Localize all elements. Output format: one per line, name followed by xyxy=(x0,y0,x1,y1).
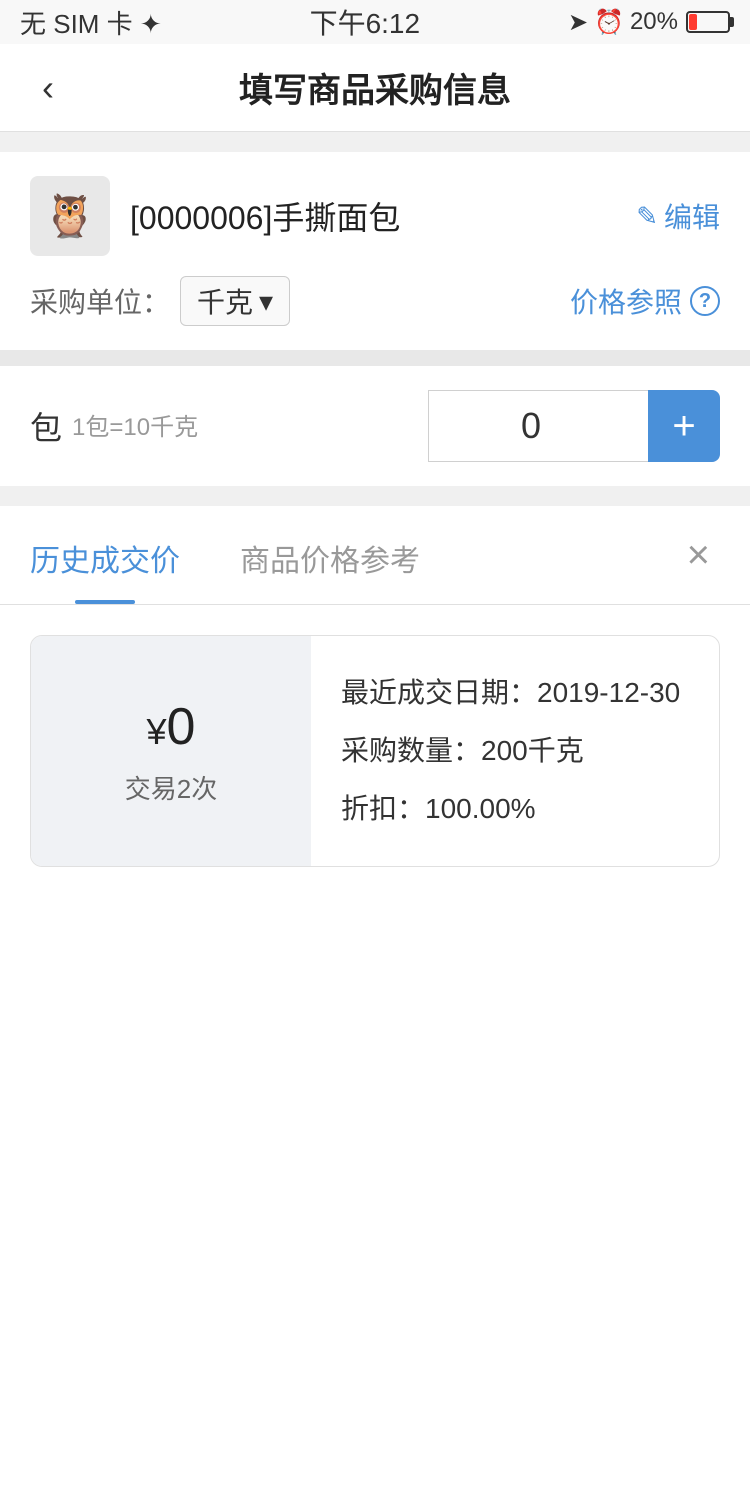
recent-date-value: 2019-12-30 xyxy=(537,677,680,708)
product-meta: 采购单位： 千克 ▾ 价格参照 ? xyxy=(30,276,720,326)
sim-text: 无 SIM 卡 ✦ xyxy=(20,4,162,41)
history-trades: 交易2次 xyxy=(125,769,217,806)
unit-select[interactable]: 千克 ▾ xyxy=(180,276,290,326)
price-symbol: ¥ xyxy=(147,711,167,752)
tabs-row: 历史成交价 商品价格参考 × xyxy=(0,506,750,605)
location-icon: ➤ xyxy=(568,8,588,37)
product-left: 🦉 [0000006]手撕面包 xyxy=(30,176,400,256)
back-button[interactable]: ‹ xyxy=(24,64,72,112)
unit-sub: 1包=10千克 xyxy=(72,407,198,442)
status-left: 无 SIM 卡 ✦ xyxy=(20,4,162,41)
discount-row: 折扣：100.00% xyxy=(341,788,689,830)
discount-value: 100.00% xyxy=(425,793,536,824)
unit-row: 采购单位： 千克 ▾ xyxy=(30,276,290,326)
bottom-panel: 历史成交价 商品价格参考 × ¥0 交易2次 最近成交日期：2019-12-30… xyxy=(0,506,750,897)
product-card: 🦉 [0000006]手撕面包 ✎ 编辑 采购单位： 千克 ▾ 价格参照 ? xyxy=(0,152,750,350)
history-right: 最近成交日期：2019-12-30 采购数量：200千克 折扣：100.00% xyxy=(311,636,719,866)
product-header: 🦉 [0000006]手撕面包 ✎ 编辑 xyxy=(30,176,720,256)
history-content: ¥0 交易2次 最近成交日期：2019-12-30 采购数量：200千克 折扣：… xyxy=(0,605,750,897)
recent-date-row: 最近成交日期：2019-12-30 xyxy=(341,672,689,714)
panel-close-button[interactable]: × xyxy=(677,523,720,588)
product-thumbnail: 🦉 xyxy=(30,176,110,256)
edit-button[interactable]: ✎ 编辑 xyxy=(636,196,720,236)
battery-icon xyxy=(686,11,730,33)
recent-date-label: 最近成交日期： xyxy=(341,677,537,708)
history-price: ¥0 xyxy=(147,697,196,757)
quantity-row: 包 1包=10千克 + xyxy=(0,366,750,486)
unit-label: 采购单位： xyxy=(30,281,170,321)
page-title: 填写商品采购信息 xyxy=(239,63,511,112)
purchase-qty-label: 采购数量： xyxy=(341,735,481,766)
help-icon: ? xyxy=(690,286,720,316)
page-rest xyxy=(0,897,750,1497)
tab-history-price[interactable]: 历史成交价 xyxy=(30,506,180,604)
alarm-icon: ⏰ xyxy=(594,8,624,37)
unit-badge: 包 xyxy=(30,403,62,449)
status-time: 下午6:12 xyxy=(310,2,421,42)
tab-items: 历史成交价 商品价格参考 xyxy=(30,506,420,604)
quantity-input[interactable] xyxy=(428,390,648,462)
edit-icon: ✎ xyxy=(636,201,658,232)
status-right: ➤ ⏰ 20% xyxy=(568,8,730,37)
battery-percent: 20% xyxy=(630,8,678,36)
price-ref-label: 价格参照 xyxy=(570,281,682,321)
tab-product-price-ref[interactable]: 商品价格参考 xyxy=(240,506,420,604)
discount-label: 折扣： xyxy=(341,793,425,824)
price-reference-button[interactable]: 价格参照 ? xyxy=(570,281,720,321)
status-bar: 无 SIM 卡 ✦ 下午6:12 ➤ ⏰ 20% xyxy=(0,0,750,44)
quantity-control: + xyxy=(428,390,720,462)
edit-label: 编辑 xyxy=(664,196,720,236)
purchase-qty-value: 200千克 xyxy=(481,735,584,766)
product-name: [0000006]手撕面包 xyxy=(130,193,400,239)
section-divider xyxy=(0,350,750,366)
dropdown-icon: ▾ xyxy=(259,285,273,318)
nav-bar: ‹ 填写商品采购信息 xyxy=(0,44,750,132)
quantity-label: 包 1包=10千克 xyxy=(30,403,198,449)
purchase-qty-row: 采购数量：200千克 xyxy=(341,730,689,772)
unit-value: 千克 xyxy=(197,281,253,321)
quantity-plus-button[interactable]: + xyxy=(648,390,720,462)
product-logo-icon: 🦉 xyxy=(44,192,96,241)
price-value: 0 xyxy=(167,698,196,756)
history-card: ¥0 交易2次 最近成交日期：2019-12-30 采购数量：200千克 折扣：… xyxy=(30,635,720,867)
history-left: ¥0 交易2次 xyxy=(31,636,311,866)
